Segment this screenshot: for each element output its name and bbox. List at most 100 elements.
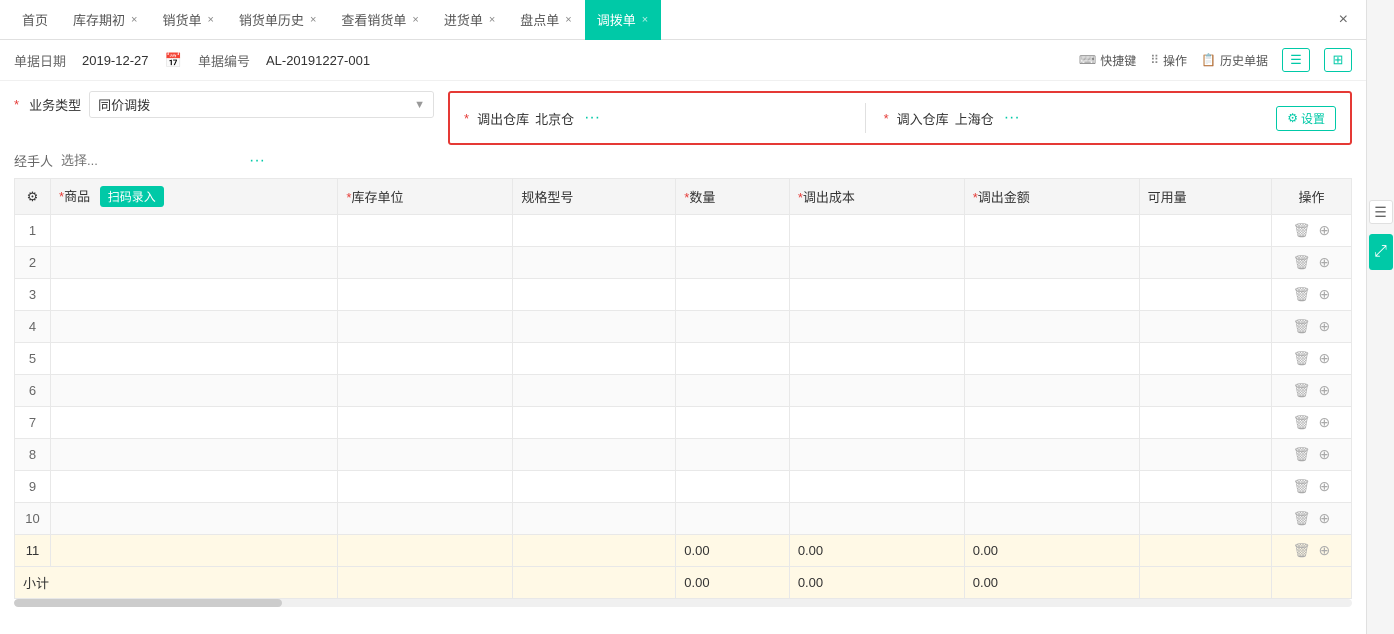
tab-close-sales-history[interactable]: × <box>310 14 316 26</box>
row-unit-10[interactable] <box>338 503 513 535</box>
copy-icon-7[interactable]: ⊕ <box>1319 414 1331 431</box>
copy-icon-4[interactable]: ⊕ <box>1319 318 1331 335</box>
row-quantity-1[interactable] <box>676 215 790 247</box>
th-gear[interactable]: ⚙ <box>15 179 51 215</box>
row-spec-7[interactable] <box>513 407 676 439</box>
sidebar-expand-btn[interactable]: ⤢ <box>1369 234 1393 270</box>
tab-close-purchase[interactable]: × <box>489 14 495 26</box>
tab-sales-order[interactable]: 销货单 × <box>150 0 226 40</box>
wh-in-more-btn[interactable]: ··· <box>1000 109 1024 127</box>
row-cost-5[interactable] <box>789 343 964 375</box>
scan-btn[interactable]: 扫码录入 <box>100 186 164 207</box>
row-cost-1[interactable] <box>789 215 964 247</box>
handler-more-btn[interactable]: ··· <box>245 152 269 170</box>
handler-input[interactable] <box>61 153 237 168</box>
row-available-5[interactable] <box>1139 343 1271 375</box>
row-available-8[interactable] <box>1139 439 1271 471</box>
copy-icon-8[interactable]: ⊕ <box>1319 446 1331 463</box>
row-product-7[interactable] <box>51 407 338 439</box>
row-quantity-6[interactable] <box>676 375 790 407</box>
copy-icon-10[interactable]: ⊕ <box>1319 510 1331 527</box>
row-unit-2[interactable] <box>338 247 513 279</box>
row-spec-1[interactable] <box>513 215 676 247</box>
row-available-9[interactable] <box>1139 471 1271 503</box>
copy-icon-2[interactable]: ⊕ <box>1319 254 1331 271</box>
row-available-6[interactable] <box>1139 375 1271 407</box>
row-quantity-9[interactable] <box>676 471 790 503</box>
row-product-6[interactable] <box>51 375 338 407</box>
row-unit-4[interactable] <box>338 311 513 343</box>
row-product-2[interactable] <box>51 247 338 279</box>
row-amount-3[interactable] <box>964 279 1139 311</box>
tab-close-sales-order[interactable]: × <box>207 14 213 26</box>
delete-icon-4[interactable]: 🗑 <box>1293 318 1311 335</box>
shortcut-btn[interactable]: ⌨ 快捷键 <box>1079 52 1136 69</box>
row-product-9[interactable] <box>51 471 338 503</box>
row-quantity-7[interactable] <box>676 407 790 439</box>
row-product-1[interactable] <box>51 215 338 247</box>
row-spec-10[interactable] <box>513 503 676 535</box>
row-amount-4[interactable] <box>964 311 1139 343</box>
delete-icon-8[interactable]: 🗑 <box>1293 446 1311 463</box>
row-cost-8[interactable] <box>789 439 964 471</box>
copy-icon-1[interactable]: ⊕ <box>1319 222 1331 239</box>
copy-icon-6[interactable]: ⊕ <box>1319 382 1331 399</box>
row-available-10[interactable] <box>1139 503 1271 535</box>
row-unit-5[interactable] <box>338 343 513 375</box>
row-available-3[interactable] <box>1139 279 1271 311</box>
scroll-bar[interactable] <box>14 599 1352 607</box>
delete-icon-2[interactable]: 🗑 <box>1293 254 1311 271</box>
delete-icon-10[interactable]: 🗑 <box>1293 510 1311 527</box>
row-amount-1[interactable] <box>964 215 1139 247</box>
tab-transfer[interactable]: 调拨单 × <box>585 0 661 40</box>
row-unit-6[interactable] <box>338 375 513 407</box>
copy-icon-5[interactable]: ⊕ <box>1319 350 1331 367</box>
tab-sales-history[interactable]: 销货单历史 × <box>227 0 329 40</box>
row-unit-3[interactable] <box>338 279 513 311</box>
row-amount-5[interactable] <box>964 343 1139 375</box>
row-available-1[interactable] <box>1139 215 1271 247</box>
row-cost-10[interactable] <box>789 503 964 535</box>
copy-icon-9[interactable]: ⊕ <box>1319 478 1331 495</box>
tab-inventory-check[interactable]: 盘点单 × <box>508 0 584 40</box>
row-cost-4[interactable] <box>789 311 964 343</box>
row-product-10[interactable] <box>51 503 338 535</box>
sidebar-list-icon[interactable]: ☰ <box>1369 200 1393 224</box>
date-value[interactable]: 2019-12-27 <box>82 53 149 68</box>
tab-inventory-init[interactable]: 库存期初 × <box>61 0 150 40</box>
row-spec-2[interactable] <box>513 247 676 279</box>
row-spec-4[interactable] <box>513 311 676 343</box>
row-cost-7[interactable] <box>789 407 964 439</box>
wh-out-more-btn[interactable]: ··· <box>580 109 604 127</box>
row-cost-9[interactable] <box>789 471 964 503</box>
tab-view-sales[interactable]: 查看销货单 × <box>329 0 431 40</box>
history-btn[interactable]: 📋 历史单据 <box>1201 52 1268 69</box>
row-amount-6[interactable] <box>964 375 1139 407</box>
business-type-select[interactable]: 同价调拨 ▼ <box>89 91 434 118</box>
row-quantity-8[interactable] <box>676 439 790 471</box>
row-amount-8[interactable] <box>964 439 1139 471</box>
row-unit-1[interactable] <box>338 215 513 247</box>
row-available-4[interactable] <box>1139 311 1271 343</box>
row-quantity-4[interactable] <box>676 311 790 343</box>
row-cost-6[interactable] <box>789 375 964 407</box>
delete-icon-7[interactable]: 🗑 <box>1293 414 1311 431</box>
row-spec-9[interactable] <box>513 471 676 503</box>
row-available-7[interactable] <box>1139 407 1271 439</box>
copy-icon-3[interactable]: ⊕ <box>1319 286 1331 303</box>
tab-home[interactable]: 首页 <box>10 0 61 40</box>
row-amount-7[interactable] <box>964 407 1139 439</box>
grid-view-btn[interactable]: ☰ <box>1282 48 1310 72</box>
row-spec-6[interactable] <box>513 375 676 407</box>
row-quantity-5[interactable] <box>676 343 790 375</box>
settings-button[interactable]: ⚙ 设置 <box>1276 106 1336 131</box>
calendar-icon[interactable]: 📅 <box>165 52 182 69</box>
row-unit-7[interactable] <box>338 407 513 439</box>
row-quantity-2[interactable] <box>676 247 790 279</box>
row-quantity-3[interactable] <box>676 279 790 311</box>
grid-split-btn[interactable]: ⊞ <box>1324 48 1352 72</box>
row-spec-3[interactable] <box>513 279 676 311</box>
window-close-button[interactable]: × <box>1331 11 1356 29</box>
row-product-3[interactable] <box>51 279 338 311</box>
row-spec-8[interactable] <box>513 439 676 471</box>
